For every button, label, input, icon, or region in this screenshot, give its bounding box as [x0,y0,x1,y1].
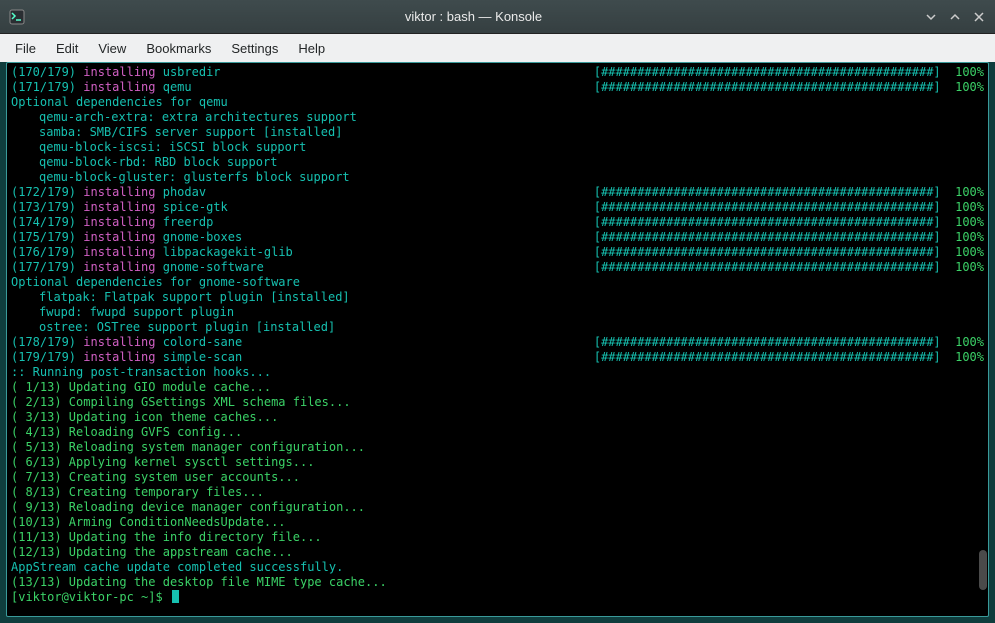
terminal-line: ( 9/13) Reloading device manager configu… [11,500,984,515]
window-title: viktor : bash — Konsole [26,9,921,24]
cursor [172,590,179,603]
install-line: (179/179) installing simple-scan[#######… [11,350,984,365]
terminal-line: (11/13) Updating the info directory file… [11,530,984,545]
terminal-line: ostree: OSTree support plugin [installed… [11,320,984,335]
titlebar: viktor : bash — Konsole [0,0,995,34]
install-line: (178/179) installing colord-sane[#######… [11,335,984,350]
terminal-line: ( 8/13) Creating temporary files... [11,485,984,500]
scrollbar[interactable] [978,63,988,616]
install-line: (172/179) installing phodav[############… [11,185,984,200]
terminal-line: Optional dependencies for qemu [11,95,984,110]
terminal-line: fwupd: fwupd support plugin [11,305,984,320]
app-icon [8,8,26,26]
menu-view[interactable]: View [89,38,135,59]
terminal-line: ( 3/13) Updating icon theme caches... [11,410,984,425]
terminal-line: qemu-block-iscsi: iSCSI block support [11,140,984,155]
terminal-line: Optional dependencies for gnome-software [11,275,984,290]
terminal-line: (12/13) Updating the appstream cache... [11,545,984,560]
shell-prompt[interactable]: [viktor@viktor-pc ~]$ [11,590,984,605]
menu-settings[interactable]: Settings [222,38,287,59]
terminal-line: samba: SMB/CIFS server support [installe… [11,125,984,140]
terminal-line: qemu-block-rbd: RBD block support [11,155,984,170]
terminal-line: (10/13) Arming ConditionNeedsUpdate... [11,515,984,530]
install-line: (173/179) installing spice-gtk[#########… [11,200,984,215]
install-line: (177/179) installing gnome-software[####… [11,260,984,275]
scrollbar-thumb[interactable] [979,550,987,590]
install-line: (176/179) installing libpackagekit-glib[… [11,245,984,260]
terminal-line: ( 2/13) Compiling GSettings XML schema f… [11,395,984,410]
terminal-line: AppStream cache update completed success… [11,560,984,575]
terminal-line: (13/13) Updating the desktop file MIME t… [11,575,984,590]
terminal-line: ( 5/13) Reloading system manager configu… [11,440,984,455]
minimize-button[interactable] [921,7,941,27]
terminal-area[interactable]: (170/179) installing usbredir[##########… [6,62,989,617]
terminal-line: ( 1/13) Updating GIO module cache... [11,380,984,395]
maximize-button[interactable] [945,7,965,27]
menu-help[interactable]: Help [289,38,334,59]
close-button[interactable] [969,7,989,27]
install-line: (175/179) installing gnome-boxes[#######… [11,230,984,245]
install-line: (174/179) installing freerdp[###########… [11,215,984,230]
terminal-line: ( 6/13) Applying kernel sysctl settings.… [11,455,984,470]
install-line: (171/179) installing qemu[##############… [11,80,984,95]
menu-file[interactable]: File [6,38,45,59]
terminal-line: flatpak: Flatpak support plugin [install… [11,290,984,305]
terminal-line: ( 4/13) Reloading GVFS config... [11,425,984,440]
menu-edit[interactable]: Edit [47,38,87,59]
terminal-line: qemu-block-gluster: glusterfs block supp… [11,170,984,185]
window-controls [921,7,989,27]
menu-bookmarks[interactable]: Bookmarks [137,38,220,59]
terminal-line: ( 7/13) Creating system user accounts... [11,470,984,485]
menubar: File Edit View Bookmarks Settings Help [0,34,995,62]
terminal-line: :: Running post-transaction hooks... [11,365,984,380]
terminal-line: qemu-arch-extra: extra architectures sup… [11,110,984,125]
install-line: (170/179) installing usbredir[##########… [11,65,984,80]
